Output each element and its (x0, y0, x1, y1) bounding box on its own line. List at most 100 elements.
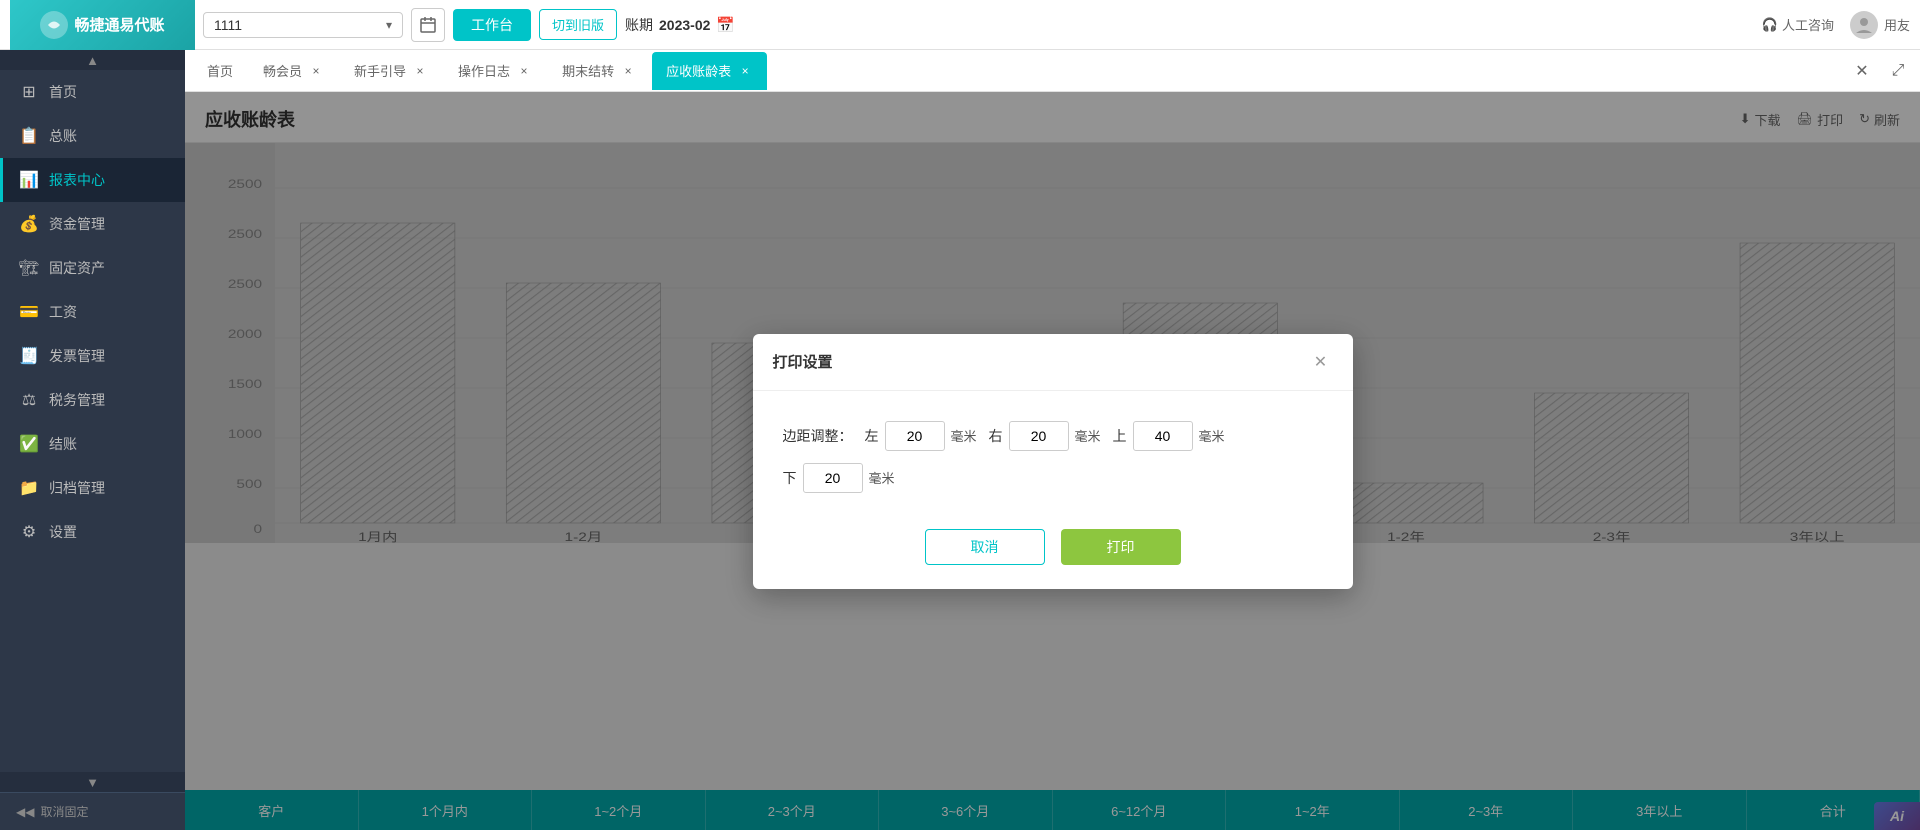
tabs-bar: 首页 畅会员 × 新手引导 × 操作日志 × 期末结转 × (185, 50, 1920, 92)
sidebar-item-general-ledger[interactable]: 📋 总账 (0, 114, 185, 158)
sidebar-scroll: ⊞ 首页 📋 总账 📊 报表中心 💰 资金管理 🏗 固定资产 (0, 70, 185, 772)
main-layout: ▲ ⊞ 首页 📋 总账 📊 报表中心 💰 资金管理 (0, 50, 1920, 830)
sidebar-item-label: 总账 (49, 126, 77, 146)
period-value: 2023-02 (659, 17, 710, 33)
logo-text: 畅捷通易代账 (74, 14, 164, 35)
margin-right-unit: 毫米 (1075, 426, 1101, 445)
sidebar-item-checkout[interactable]: ✅ 结账 (0, 422, 185, 466)
close-tab-button[interactable]: ✕ (1848, 57, 1876, 85)
calendar-period-icon[interactable]: 📅 (716, 16, 735, 34)
period-area: 账期 2023-02 📅 (625, 15, 735, 35)
tab-period-closing[interactable]: 期末结转 × (548, 52, 650, 90)
tab-close-icon[interactable]: × (516, 63, 532, 79)
margin-bottom-input[interactable] (803, 463, 863, 493)
sidebar-item-home[interactable]: ⊞ 首页 (0, 70, 185, 114)
tab-label: 操作日志 (458, 61, 510, 80)
sidebar-item-label: 归档管理 (49, 478, 105, 498)
margin-top-group: 上 毫米 (1113, 421, 1225, 451)
margin-left-label: 左 (865, 426, 879, 446)
sidebar-item-label: 工资 (49, 302, 77, 322)
modal-footer: 取消 打印 (753, 513, 1353, 589)
margin-bottom-group: 下 毫米 (783, 463, 895, 493)
sidebar-item-archive[interactable]: 📁 归档管理 (0, 466, 185, 510)
sidebar-item-label: 发票管理 (49, 346, 105, 366)
sidebar-item-reports[interactable]: 📊 报表中心 (0, 158, 185, 202)
scroll-up-button[interactable]: ▲ (0, 50, 185, 70)
user-area[interactable]: 用友 (1850, 11, 1910, 39)
sidebar-item-settings[interactable]: ⚙ 设置 (0, 510, 185, 554)
margin-row: 边距调整： 左 毫米 右 毫米 (783, 421, 1323, 493)
unpin-button[interactable]: ◀◀ 取消固定 (0, 792, 185, 830)
margin-top-input[interactable] (1133, 421, 1193, 451)
tab-home[interactable]: 首页 (193, 52, 247, 90)
invoice-icon: 🧾 (19, 346, 39, 366)
margin-left-input[interactable] (885, 421, 945, 451)
tab-close-icon[interactable]: × (620, 63, 636, 79)
logo: 畅捷通易代账 (10, 0, 195, 50)
tab-ar-aging[interactable]: 应收账龄表 × (652, 52, 767, 90)
tab-close-icon[interactable]: × (737, 63, 753, 79)
margin-bottom-label: 下 (783, 468, 797, 488)
tab-label: 首页 (207, 61, 233, 80)
calendar-icon[interactable] (411, 8, 445, 42)
company-selector[interactable]: 1111 ▾ (203, 12, 403, 38)
sidebar-item-invoice[interactable]: 🧾 发票管理 (0, 334, 185, 378)
switch-version-button[interactable]: 切到旧版 (539, 9, 617, 40)
tab-operation-log[interactable]: 操作日志 × (444, 52, 546, 90)
modal-overlay: 打印设置 ✕ 边距调整： 左 毫米 (185, 92, 1920, 830)
maximize-tab-button[interactable]: ⤢ (1884, 57, 1912, 85)
company-name: 1111 (214, 17, 382, 33)
margin-top-label: 上 (1113, 426, 1127, 446)
confirm-print-button[interactable]: 打印 (1061, 529, 1181, 565)
tab-member[interactable]: 畅会员 × (249, 52, 338, 90)
right-actions: 🎧 人工咨询 用友 (1762, 11, 1910, 39)
sidebar-item-funds[interactable]: 💰 资金管理 (0, 202, 185, 246)
reports-icon: 📊 (19, 170, 39, 190)
sidebar-item-label: 资金管理 (49, 214, 105, 234)
page-content: 应收账龄表 ⬇ 下载 🖨 打印 ↻ 刷新 (185, 92, 1920, 830)
sidebar-item-label: 税务管理 (49, 390, 105, 410)
period-label: 账期 (625, 15, 653, 35)
content-area: 首页 畅会员 × 新手引导 × 操作日志 × 期末结转 × (185, 50, 1920, 830)
home-icon: ⊞ (19, 82, 39, 102)
unpin-label: 取消固定 (40, 803, 88, 820)
checkout-icon: ✅ (19, 434, 39, 454)
workbench-button[interactable]: 工作台 (453, 9, 531, 41)
modal-body: 边距调整： 左 毫米 右 毫米 (753, 391, 1353, 513)
modal-header: 打印设置 ✕ (753, 334, 1353, 391)
funds-icon: 💰 (19, 214, 39, 234)
sidebar-item-tax[interactable]: ⚖ 税务管理 (0, 378, 185, 422)
modal-close-button[interactable]: ✕ (1309, 350, 1333, 374)
sidebar-item-label: 固定资产 (49, 258, 105, 278)
tax-icon: ⚖ (19, 390, 39, 410)
sidebar-item-label: 首页 (49, 82, 77, 102)
tab-label: 新手引导 (354, 61, 406, 80)
payroll-icon: 💳 (19, 302, 39, 322)
sidebar-item-label: 设置 (49, 522, 77, 542)
logo-icon (40, 11, 68, 39)
margin-left-unit: 毫米 (951, 426, 977, 445)
sidebar-item-fixed-assets[interactable]: 🏗 固定资产 (0, 246, 185, 290)
margin-label: 边距调整： (783, 426, 853, 446)
tab-guide[interactable]: 新手引导 × (340, 52, 442, 90)
consult-button[interactable]: 🎧 人工咨询 (1762, 15, 1834, 34)
scroll-down-button[interactable]: ▼ (0, 772, 185, 792)
margin-right-input[interactable] (1009, 421, 1069, 451)
tabs-right-actions: ✕ ⤢ (1848, 57, 1912, 85)
tab-close-icon[interactable]: × (308, 63, 324, 79)
tab-close-icon[interactable]: × (412, 63, 428, 79)
settings-icon: ⚙ (19, 522, 39, 542)
ledger-icon: 📋 (19, 126, 39, 146)
avatar (1850, 11, 1878, 39)
sidebar: ▲ ⊞ 首页 📋 总账 📊 报表中心 💰 资金管理 (0, 50, 185, 830)
chevron-down-icon: ▾ (386, 18, 392, 32)
sidebar-item-payroll[interactable]: 💳 工资 (0, 290, 185, 334)
modal-title: 打印设置 (773, 351, 833, 372)
margin-bottom-unit: 毫米 (869, 468, 895, 487)
cancel-button[interactable]: 取消 (925, 529, 1045, 565)
margin-right-label: 右 (989, 426, 1003, 446)
margin-right-group: 右 毫米 (989, 421, 1101, 451)
print-settings-modal: 打印设置 ✕ 边距调整： 左 毫米 (753, 334, 1353, 589)
tab-label: 期末结转 (562, 61, 614, 80)
sidebar-item-label: 报表中心 (49, 170, 105, 190)
